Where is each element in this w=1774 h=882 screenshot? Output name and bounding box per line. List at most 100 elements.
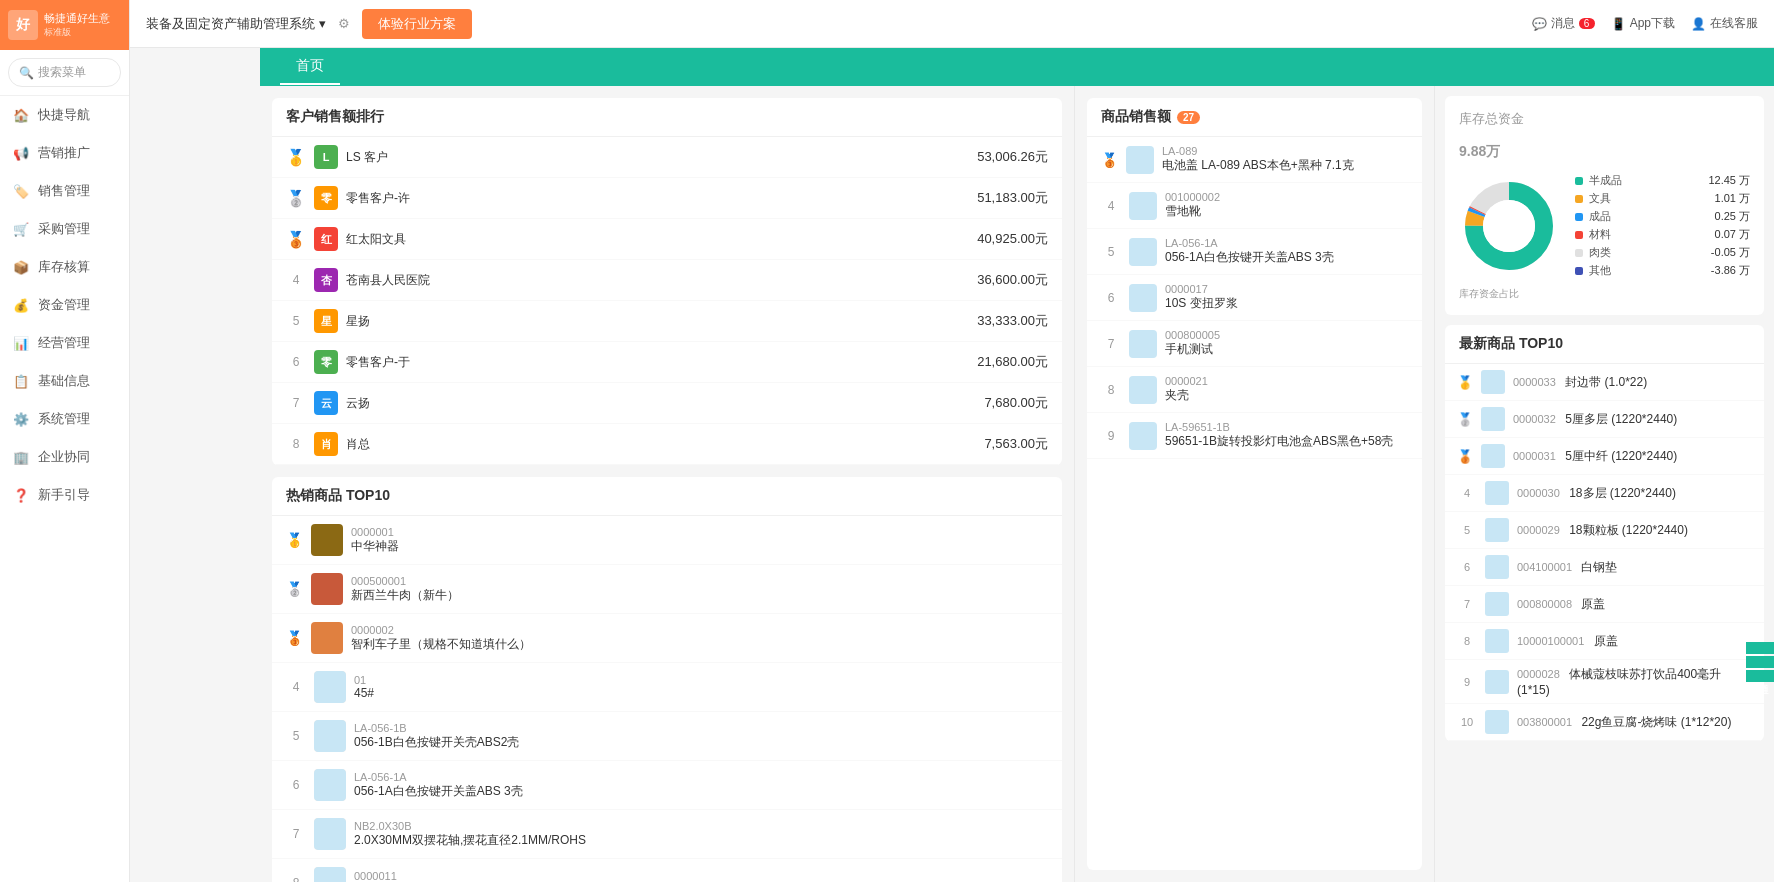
app-download-action[interactable]: 📱 App下载 (1611, 15, 1675, 32)
float-customer-service[interactable]: 客服热线 (1746, 642, 1774, 654)
new-product-code: 000800008 (1517, 598, 1572, 610)
page-tab-bar: 首页 (260, 48, 1774, 86)
sidebar-item-finance[interactable]: 💰 资金管理 (0, 286, 129, 324)
sidebar-item-base[interactable]: 📋 基础信息 (0, 362, 129, 400)
product-name: 手机测试 (1165, 341, 1408, 358)
sidebar-item-enterprise[interactable]: 🏢 企业协同 (0, 438, 129, 476)
medal-icon: 🥈 (286, 581, 303, 597)
product-image-placeholder (1129, 284, 1157, 312)
product-info: 0000021 夹壳 (1165, 375, 1408, 404)
new-products-card: 最新商品 TOP10 🥇 0000033 封边带 (1.0*22) 🥈 0000… (1445, 325, 1764, 741)
product-sales-badge: 27 (1177, 111, 1200, 124)
product-code: 0000017 (1165, 283, 1408, 295)
hot-products-card: 热销商品 TOP10 🥇 0000001 中华神器 🥈 000500001 新西… (272, 477, 1062, 882)
sidebar-item-sales[interactable]: 🏷️ 销售管理 (0, 172, 129, 210)
medal-icon: 🥉 (286, 230, 306, 249)
finance-icon: 💰 (12, 296, 30, 314)
product-image-placeholder (1126, 146, 1154, 174)
product-info: LA-056-1B 056-1B白色按键开关壳ABS2壳 (354, 722, 1048, 751)
rank-num: 8 (286, 437, 306, 451)
message-action[interactable]: 💬 消息 6 (1532, 15, 1595, 32)
product-image-placeholder (1129, 422, 1157, 450)
new-product-info: 0000030 18多层 (1220*2440) (1517, 485, 1752, 502)
product-rank-num: 8 (286, 876, 306, 882)
product-sales-row: 9 LA-59651-1B 59651-1B旋转投影灯电池盒ABS黑色+58壳 (1087, 413, 1422, 459)
customer-amount: 33,333.00元 (977, 312, 1048, 330)
legend-value-meat: -0.05 万 (1711, 245, 1750, 260)
new-product-name: 封边带 (1.0*22) (1565, 375, 1647, 389)
hot-product-row: 8 0000011 12070519-xs (272, 859, 1062, 882)
new-product-name: 22g鱼豆腐-烧烤味 (1*12*20) (1581, 715, 1731, 729)
legend-name-stationery: 文具 (1589, 191, 1709, 206)
new-product-name: 原盖 (1594, 634, 1618, 648)
product-image-placeholder (1129, 376, 1157, 404)
sidebar-item-quick-nav[interactable]: 🏠 快捷导航 (0, 96, 129, 134)
donut-chart-container (1459, 176, 1559, 279)
sidebar-item-guide[interactable]: ❓ 新手引导 (0, 476, 129, 514)
product-code: LA-59651-1B (1165, 421, 1408, 433)
customer-name: 红太阳文具 (346, 231, 969, 248)
product-code: 0000011 (354, 870, 1048, 882)
sidebar-item-marketing[interactable]: 📢 营销推广 (0, 134, 129, 172)
customer-rank-row: 🥇 L LS 客户 53,006.26元 (272, 137, 1062, 178)
new-product-row: 10 003800001 22g鱼豆腐-烧烤味 (1*12*20) (1445, 704, 1764, 741)
new-product-row: 8 10000100001 原盖 (1445, 623, 1764, 660)
sidebar-search-area[interactable]: 🔍 搜索菜单 (0, 50, 129, 96)
product-sales-row: 🥉 LA-089 电池盖 LA-089 ABS本色+黑种 7.1克 (1087, 137, 1422, 183)
legend-name-meat: 肉类 (1589, 245, 1705, 260)
product-code: 0000002 (351, 624, 1048, 636)
new-product-code: 004100001 (1517, 561, 1572, 573)
float-direct[interactable]: 直通 (1746, 670, 1774, 682)
hot-product-row: 5 LA-056-1B 056-1B白色按键开关壳ABS2壳 (272, 712, 1062, 761)
product-code: 0000021 (1165, 375, 1408, 387)
sidebar-item-inventory[interactable]: 📦 库存核算 (0, 248, 129, 286)
inventory-amount-unit: 万 (1486, 143, 1500, 159)
customer-avatar: 红 (314, 227, 338, 251)
float-service-community[interactable]: 服务社区 (1746, 656, 1774, 668)
sidebar-item-purchase[interactable]: 🛒 采购管理 (0, 210, 129, 248)
product-sales-row: 5 LA-056-1A 056-1A白色按键开关盖ABS 3壳 (1087, 229, 1422, 275)
product-sales-card: 商品销售额 27 🥉 LA-089 电池盖 LA-089 ABS本色+黑种 7.… (1087, 98, 1422, 870)
product-info: 0000017 10S 变扭罗浆 (1165, 283, 1408, 312)
search-menu-button[interactable]: 🔍 搜索菜单 (8, 58, 121, 87)
settings-gear-icon[interactable]: ⚙ (338, 16, 350, 31)
tab-home[interactable]: 首页 (280, 49, 340, 85)
customer-amount: 51,183.00元 (977, 189, 1048, 207)
trial-button[interactable]: 体验行业方案 (362, 9, 472, 39)
customer-amount: 21,680.00元 (977, 353, 1048, 371)
legend-item-semifinished: 半成品 12.45 万 (1575, 173, 1750, 188)
message-badge: 6 (1579, 18, 1595, 29)
product-name: 2.0X30MM双摆花轴,摆花直径2.1MM/ROHS (354, 832, 1048, 849)
new-product-code: 0000030 (1517, 487, 1560, 499)
product-info: 0000002 智利车子里（规格不知道填什么） (351, 624, 1048, 653)
new-product-info: 0000033 封边带 (1.0*22) (1513, 374, 1752, 391)
new-product-image (1485, 629, 1509, 653)
product-name: 056-1B白色按键开关壳ABS2壳 (354, 734, 1048, 751)
new-product-row: 🥇 0000033 封边带 (1.0*22) (1445, 364, 1764, 401)
product-name: 45# (354, 686, 1048, 700)
customer-avatar: 星 (314, 309, 338, 333)
product-image-placeholder (314, 671, 346, 703)
np-rank: 5 (1457, 524, 1477, 536)
legend-name-semifinished: 半成品 (1589, 173, 1702, 188)
product-info: 000500001 新西兰牛肉（新牛） (351, 575, 1048, 604)
sidebar-item-quick-nav-label: 快捷导航 (38, 106, 90, 124)
new-product-info: 0000029 18颗粒板 (1220*2440) (1517, 522, 1752, 539)
system-title-dropdown[interactable]: 装备及固定资产辅助管理系统 ▾ (146, 15, 326, 33)
new-product-row: 9 0000028 体械蔻枝味苏打饮品400毫升 (1*15) (1445, 660, 1764, 704)
customer-amount: 36,600.00元 (977, 271, 1048, 289)
product-name: 夹壳 (1165, 387, 1408, 404)
online-service-action[interactable]: 👤 在线客服 (1691, 15, 1758, 32)
right-panel: 库存总资金 9.88万 (1434, 86, 1774, 882)
new-product-info: 0000032 5厘多层 (1220*2440) (1513, 411, 1752, 428)
customer-rank-row: 🥉 红 红太阳文具 40,925.00元 (272, 219, 1062, 260)
legend-item-material: 材料 0.07 万 (1575, 227, 1750, 242)
product-name: 59651-1B旋转投影灯电池盒ABS黑色+58壳 (1165, 433, 1408, 450)
product-code: 000800005 (1165, 329, 1408, 341)
new-product-code: 0000028 (1517, 668, 1560, 680)
medal-icon: 🥈 (1457, 412, 1473, 427)
sidebar-item-operations[interactable]: 📊 经营管理 (0, 324, 129, 362)
product-image-placeholder (1129, 330, 1157, 358)
sidebar-item-system[interactable]: ⚙️ 系统管理 (0, 400, 129, 438)
new-product-image (1485, 710, 1509, 734)
